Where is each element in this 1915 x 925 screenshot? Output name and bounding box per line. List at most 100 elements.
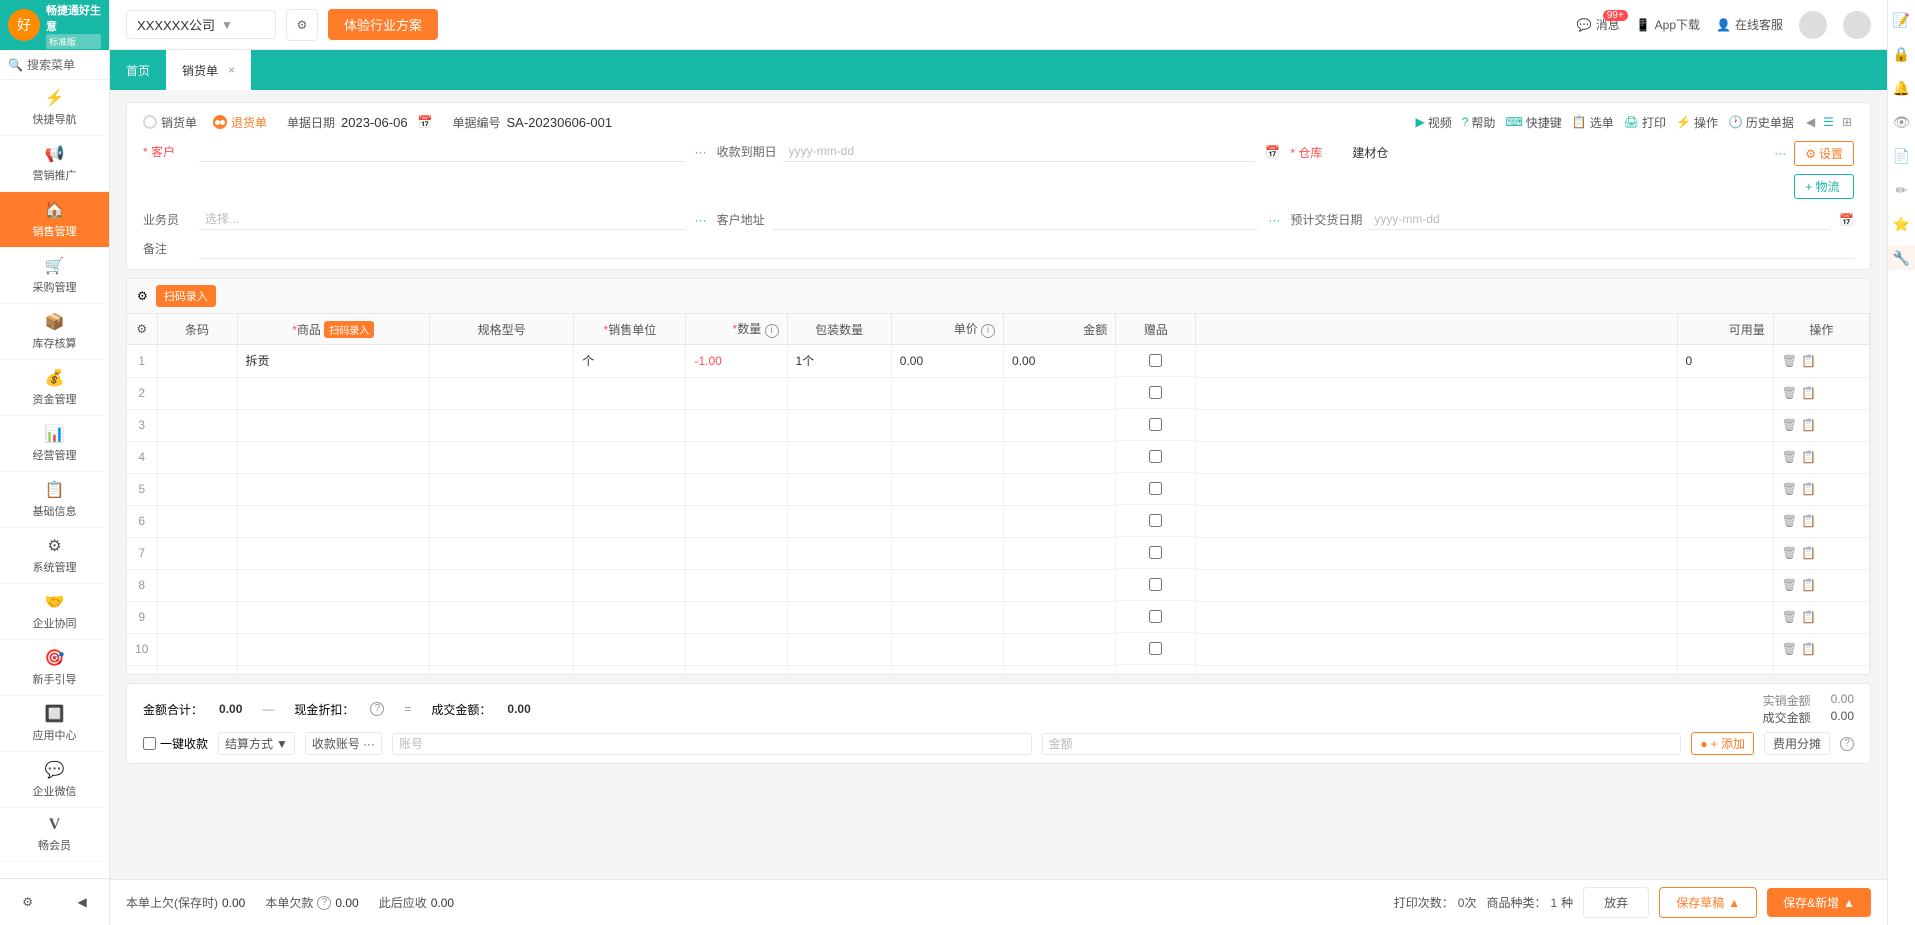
discard-btn[interactable]: 放弃 [1583,887,1649,918]
sidebar-item-finance[interactable]: 💰 资金管理 [0,360,109,416]
delete-icon-2[interactable]: 🗑 [1782,386,1797,400]
scan-btn[interactable]: 扫码录入 [156,285,216,307]
gift-checkbox-6[interactable] [1149,514,1162,527]
gift-checkbox-4[interactable] [1149,450,1162,463]
copy-icon-6[interactable]: 📋 [1801,514,1816,528]
row-1-barcode[interactable] [157,345,237,378]
logistics-btn[interactable]: + 物流 [1794,174,1854,199]
copy-icon-1[interactable]: 📋 [1801,354,1816,368]
sidebar-item-quick-nav[interactable]: ⚡ 快捷导航 [0,80,109,136]
right-panel-icon-7[interactable]: ⭐ [1890,212,1914,236]
tab-sales-order[interactable]: 销货单 × [166,50,251,90]
sidebar-search[interactable]: 🔍 搜索菜单 [0,50,109,80]
right-panel-icon-4[interactable]: 👁 [1890,110,1914,134]
copy-icon-2[interactable]: 📋 [1801,386,1816,400]
form-settings-btn[interactable]: ⚙ 设置 [1794,141,1854,166]
video-btn[interactable]: ▶ 视频 [1415,114,1451,131]
add-payment-btn[interactable]: ● + 添加 [1691,732,1754,755]
sidebar-item-wechat[interactable]: 💬 企业微信 [0,752,109,808]
message-btn[interactable]: 💬 消息 99+ [1577,16,1620,33]
delete-icon-1[interactable]: 🗑 [1782,354,1797,368]
company-settings-btn[interactable]: ⚙ [286,9,318,41]
save-draft-btn[interactable]: 保存草稿 ▲ [1659,887,1757,918]
delete-icon-7[interactable]: 🗑 [1782,546,1797,560]
copy-icon-5[interactable]: 📋 [1801,482,1816,496]
delete-icon-9[interactable]: 🗑 [1782,610,1797,624]
row-1-qty[interactable]: -1.00 [686,345,787,378]
radio-sales[interactable]: 销货单 [143,114,197,131]
company-select[interactable]: XXXXXX公司 ▼ [126,10,276,39]
settlement-method-select[interactable]: 结算方式 ▼ [218,732,295,755]
shortcut-btn[interactable]: ⌨ 快捷键 [1505,114,1561,131]
sidebar-collapse-btn[interactable]: ◀ [72,887,93,917]
trial-btn[interactable]: 体验行业方案 [328,9,438,40]
prev-view-icon[interactable]: ◀ [1804,113,1817,131]
row-1-unit[interactable]: 个 [574,345,686,378]
gift-checkbox-2[interactable] [1149,386,1162,399]
gift-checkbox-1[interactable] [1149,354,1162,367]
salesperson-more-btn[interactable]: ··· [695,213,707,227]
sidebar-item-operations[interactable]: 📊 经营管理 [0,416,109,472]
customer-input[interactable] [199,141,685,162]
list-view-icon[interactable]: ☰ [1821,113,1836,131]
copy-icon-10[interactable]: 📋 [1801,642,1816,656]
operation-btn[interactable]: ⚡ 操作 [1676,114,1718,131]
delete-icon-6[interactable]: 🗑 [1782,514,1797,528]
gift-checkbox-8[interactable] [1149,578,1162,591]
sidebar-item-basic[interactable]: 📋 基础信息 [0,472,109,528]
select-order-btn[interactable]: 📋 选单 [1572,114,1614,131]
account-select[interactable]: 收款账号 ··· [305,732,382,755]
row-1-amount[interactable]: 0.00 [1004,345,1116,378]
payment-due-calendar-icon[interactable]: 📅 [1265,145,1280,159]
right-panel-icon-5[interactable]: 📄 [1890,144,1914,168]
expense-info-icon[interactable]: ? [1840,737,1854,751]
payment-due-input[interactable] [783,141,1256,162]
copy-icon-8[interactable]: 📋 [1801,578,1816,592]
table-container[interactable]: ⚙ 条码 *商品 扫码录入 规格型号 *销售单位 *数量 i 包装数量 单价 i… [127,314,1870,674]
sidebar-item-marketing[interactable]: 📢 营销推广 [0,136,109,192]
copy-icon-7[interactable]: 📋 [1801,546,1816,560]
bill-owed-info-icon[interactable]: ? [317,896,331,910]
gift-checkbox-10[interactable] [1149,642,1162,655]
salesperson-input[interactable] [199,209,685,230]
app-download-btn[interactable]: 📱 App下载 [1636,16,1700,33]
tab-home[interactable]: 首页 [110,50,166,90]
save-new-btn[interactable]: 保存&新增 ▲ [1767,888,1871,917]
sidebar-item-sales[interactable]: 🏠 销售管理 [0,192,109,248]
qty-info-icon[interactable]: i [765,324,779,338]
copy-icon-9[interactable]: 📋 [1801,610,1816,624]
copy-icon-3[interactable]: 📋 [1801,418,1816,432]
avatar-2[interactable] [1843,11,1871,39]
amount-input[interactable] [1042,733,1682,755]
delete-icon-5[interactable]: 🗑 [1782,482,1797,496]
delivery-date-calendar-icon[interactable]: 📅 [1839,213,1854,227]
copy-icon-4[interactable]: 📋 [1801,450,1816,464]
online-service-btn[interactable]: 👤 在线客服 [1716,16,1783,33]
radio-return[interactable]: 退货单 [213,114,267,131]
price-info-icon[interactable]: i [981,324,995,338]
customer-more-btn[interactable]: ··· [695,145,707,159]
notes-input[interactable] [199,238,1854,259]
delete-icon-8[interactable]: 🗑 [1782,578,1797,592]
row-1-price[interactable]: 0.00 [891,345,1003,378]
sidebar-settings-btn[interactable]: ⚙ [16,887,39,917]
row-1-spec[interactable] [429,345,573,378]
help-btn[interactable]: ? 帮助 [1462,114,1496,131]
address-more-btn[interactable]: ··· [1268,213,1280,227]
warehouse-more-btn[interactable]: ··· [1774,146,1786,160]
customer-address-input[interactable] [773,209,1259,230]
avatar[interactable] [1799,11,1827,39]
scan-btn-th[interactable]: 扫码录入 [324,321,374,338]
sidebar-item-member[interactable]: V 畅会员 [0,808,109,862]
one-click-pay[interactable]: 一键收款 [143,735,208,752]
right-panel-icon-8[interactable]: 🔧 [1888,246,1915,270]
gear-icon-th[interactable]: ⚙ [136,322,147,336]
gift-checkbox-3[interactable] [1149,418,1162,431]
right-panel-icon-1[interactable]: 📝 [1890,8,1914,32]
expense-split-btn[interactable]: 费用分摊 [1764,732,1830,755]
account-input[interactable] [392,733,1032,755]
sidebar-item-inventory[interactable]: 📦 库存核算 [0,304,109,360]
delivery-date-input[interactable] [1368,209,1829,230]
one-click-pay-checkbox[interactable] [143,737,156,750]
tab-close-btn[interactable]: × [228,63,235,77]
